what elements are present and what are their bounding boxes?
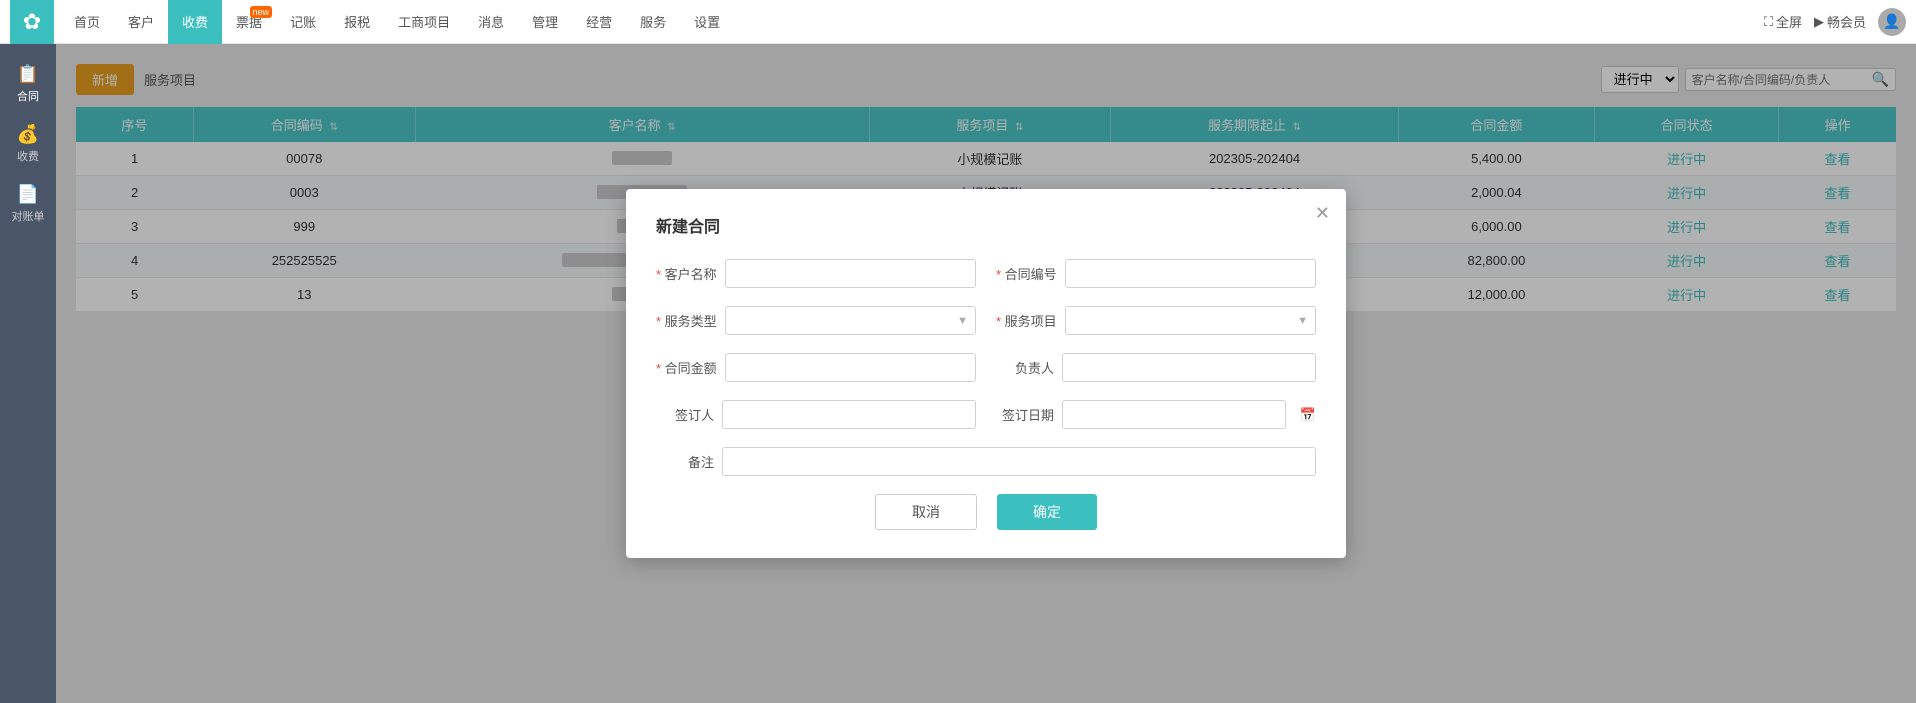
nav-item-invoice[interactable]: 票据 new <box>222 0 276 44</box>
label-customer-name: 客户名称 <box>656 264 717 283</box>
label-remark: 备注 <box>656 452 714 471</box>
modal-footer: 取消 确定 <box>656 494 1316 530</box>
new-contract-modal: ✕ 新建合同 客户名称 合同编号 服务类型 <box>626 189 1346 558</box>
form-row-5: 备注 <box>656 447 1316 476</box>
label-contract-code: 合同编号 <box>996 264 1057 283</box>
input-contract-amount[interactable]: 0.00 <box>725 353 976 382</box>
statement-icon: 📄 <box>17 184 39 205</box>
cancel-button[interactable]: 取消 <box>875 494 977 530</box>
label-contract-amount: 合同金额 <box>656 358 717 377</box>
modal-close-button[interactable]: ✕ <box>1315 203 1330 224</box>
nav-item-fee[interactable]: 收费 <box>168 0 222 44</box>
nav-item-customer[interactable]: 客户 <box>114 0 168 44</box>
nav-item-settings[interactable]: 设置 <box>680 0 734 44</box>
service-type-select-wrap: ▼ <box>725 306 976 335</box>
form-row-4: 签订人 签订日期 2023-06-06 📅 <box>656 400 1316 429</box>
contract-icon: 📋 <box>17 64 39 85</box>
calendar-icon[interactable]: 📅 <box>1300 407 1316 423</box>
top-navigation: ✿ 首页 客户 收费 票据 new 记账 报税 工商项目 消息 管理 经营 服务… <box>0 0 1916 44</box>
label-service-type: 服务类型 <box>656 311 717 330</box>
modal-overlay: ✕ 新建合同 客户名称 合同编号 服务类型 <box>56 44 1916 703</box>
service-item-select-wrap: ▼ <box>1065 306 1316 335</box>
fullscreen-button[interactable]: ⛶ 全屏 <box>1764 12 1802 31</box>
field-remark: 备注 <box>656 447 1316 476</box>
nav-item-message[interactable]: 消息 <box>464 0 518 44</box>
logo-icon: ✿ <box>23 9 41 35</box>
label-service-item: 服务项目 <box>996 311 1057 330</box>
input-remark[interactable] <box>722 447 1316 476</box>
sidebar-item-contract[interactable]: 📋 合同 <box>0 54 56 114</box>
sidebar-item-fee[interactable]: 💰 收费 <box>0 114 56 174</box>
field-contract-amount: 合同金额 0.00 <box>656 353 976 382</box>
field-customer-name: 客户名称 <box>656 259 976 288</box>
modal-title: 新建合同 <box>656 213 1316 237</box>
nav-item-business[interactable]: 工商项目 <box>384 0 464 44</box>
confirm-button[interactable]: 确定 <box>997 494 1097 530</box>
input-customer-name[interactable] <box>725 259 976 288</box>
field-contract-code: 合同编号 <box>996 259 1316 288</box>
nav-item-bookkeeping[interactable]: 记账 <box>276 0 330 44</box>
content-area: 新增 服务项目 进行中 已完成 已终止 🔍 序号 合同编码 ⇅ <box>56 44 1916 703</box>
form-row-1: 客户名称 合同编号 <box>656 259 1316 288</box>
nav-item-manage[interactable]: 管理 <box>518 0 572 44</box>
nav-right: ⛶ 全屏 ▶ 畅会员 👤 <box>1764 8 1906 36</box>
member-button[interactable]: ▶ 畅会员 <box>1814 12 1866 31</box>
field-signer: 签订人 <box>656 400 976 429</box>
sidebar: 📋 合同 💰 收费 📄 对账单 <box>0 44 56 703</box>
nav-item-operations[interactable]: 经营 <box>572 0 626 44</box>
field-responsible: 负责人 <box>996 353 1316 382</box>
label-responsible: 负责人 <box>996 358 1054 377</box>
input-contract-code[interactable] <box>1065 259 1316 288</box>
field-service-item: 服务项目 ▼ <box>996 306 1316 335</box>
select-service-type[interactable] <box>725 306 976 335</box>
new-badge: new <box>250 6 273 18</box>
main-layout: 📋 合同 💰 收费 📄 对账单 新增 服务项目 进行中 已完成 已终止 <box>0 44 1916 703</box>
input-responsible[interactable] <box>1062 353 1316 382</box>
form-row-3: 合同金额 0.00 负责人 <box>656 353 1316 382</box>
field-sign-date: 签订日期 2023-06-06 📅 <box>996 400 1316 429</box>
fullscreen-icon: ⛶ <box>1764 14 1773 30</box>
fee-icon: 💰 <box>17 124 39 145</box>
avatar[interactable]: 👤 <box>1878 8 1906 36</box>
input-sign-date[interactable]: 2023-06-06 <box>1062 400 1286 429</box>
field-service-type: 服务类型 ▼ <box>656 306 976 335</box>
label-sign-date: 签订日期 <box>996 405 1054 424</box>
label-signer: 签订人 <box>656 405 714 424</box>
nav-item-service[interactable]: 服务 <box>626 0 680 44</box>
avatar-icon: 👤 <box>1883 13 1900 30</box>
play-icon: ▶ <box>1814 14 1824 30</box>
nav-item-tax[interactable]: 报税 <box>330 0 384 44</box>
input-signer[interactable] <box>722 400 976 429</box>
logo[interactable]: ✿ <box>10 0 54 44</box>
nav-item-home[interactable]: 首页 <box>60 0 114 44</box>
select-service-item[interactable] <box>1065 306 1316 335</box>
form-row-2: 服务类型 ▼ 服务项目 <box>656 306 1316 335</box>
sidebar-item-statement[interactable]: 📄 对账单 <box>0 174 56 234</box>
